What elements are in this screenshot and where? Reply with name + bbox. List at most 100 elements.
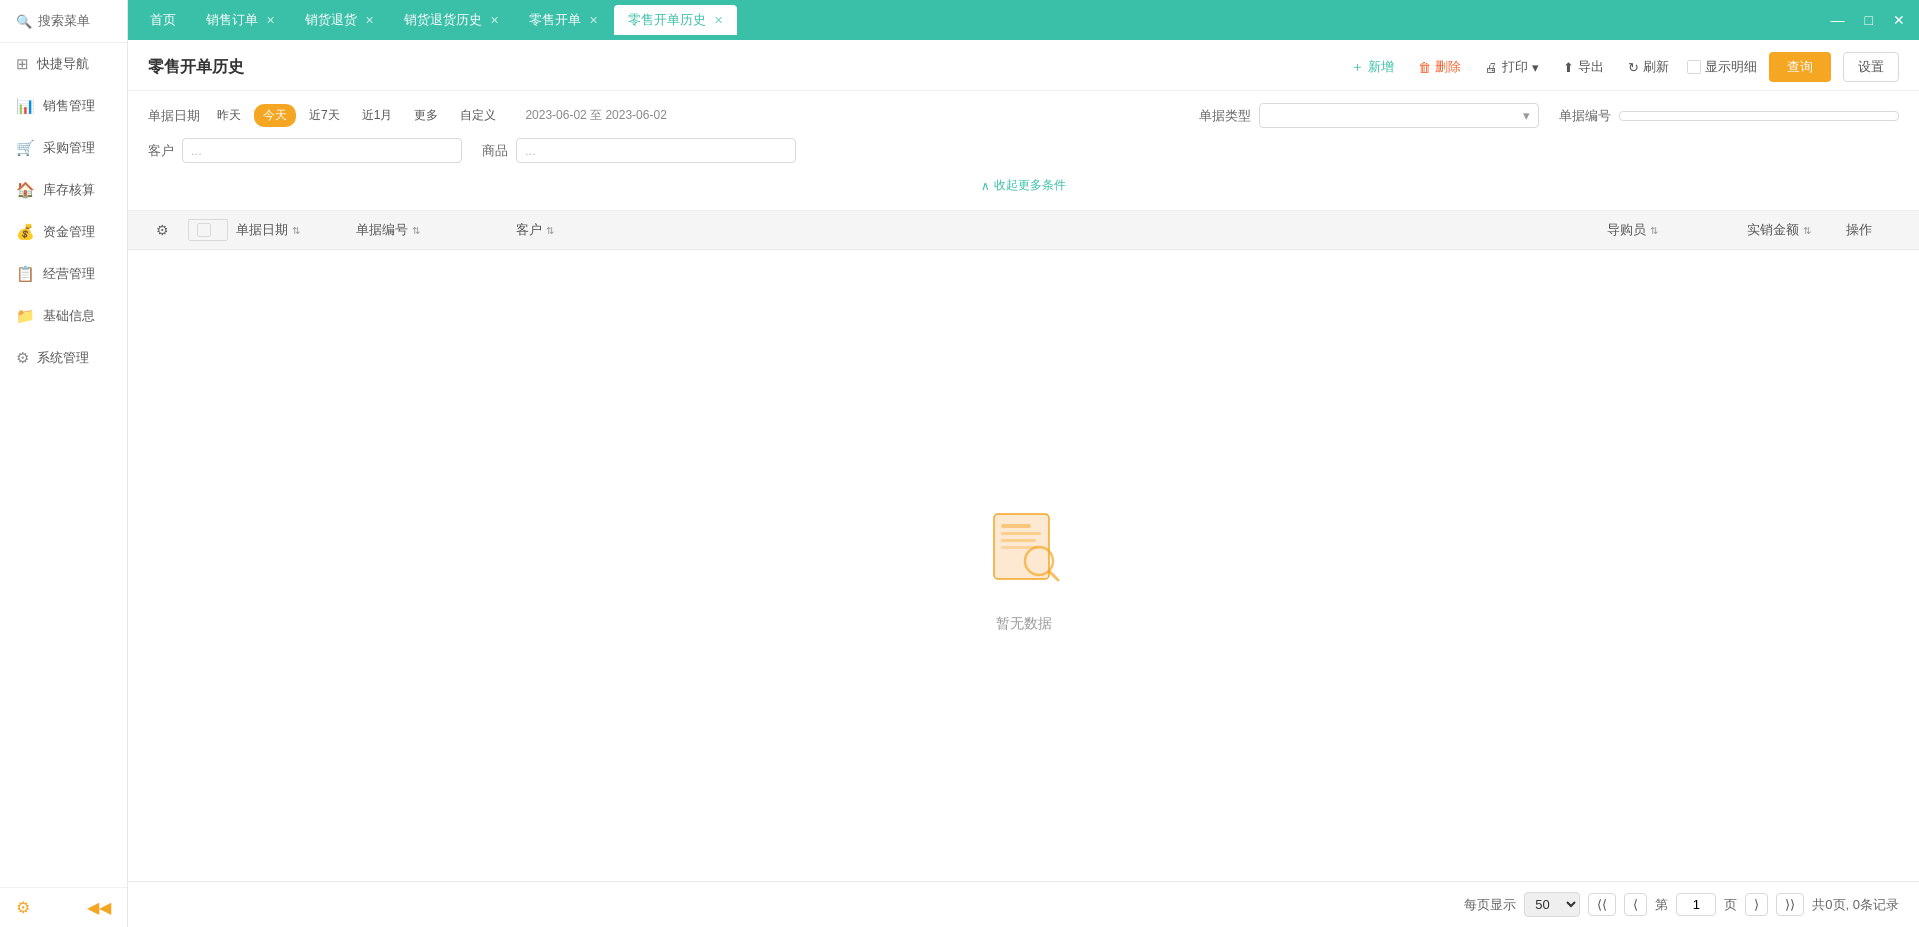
sidebar-item-label: 经营管理 xyxy=(43,265,95,283)
page-last-button[interactable]: ⟩⟩ xyxy=(1776,893,1804,916)
date-range-display: 2023-06-02 至 2023-06-02 xyxy=(525,107,666,124)
export-button[interactable]: ⬆ 导出 xyxy=(1557,54,1610,80)
sales-icon: 📊 xyxy=(16,97,35,115)
maximize-button[interactable]: □ xyxy=(1859,10,1879,30)
th-checkbox[interactable] xyxy=(188,219,228,241)
inventory-icon: 🏠 xyxy=(16,181,35,199)
tab-sales-return-close[interactable]: ✕ xyxy=(365,14,374,27)
type-filter-select[interactable]: ▾ xyxy=(1259,103,1539,128)
select-all-checkbox[interactable] xyxy=(197,223,211,237)
minimize-button[interactable]: — xyxy=(1825,10,1851,30)
date-1month[interactable]: 近1月 xyxy=(353,104,402,127)
main-area: 首页 销售订单 ✕ 销货退货 ✕ 销货退货历史 ✕ 零售开单 ✕ 零售开单历史 … xyxy=(128,0,1919,927)
collapse-filter-bar[interactable]: ∧ 收起更多条件 xyxy=(148,173,1899,198)
display-detail-label: 显示明细 xyxy=(1705,58,1757,76)
basic-info-icon: 📁 xyxy=(16,307,35,325)
purchase-icon: 🛒 xyxy=(16,139,35,157)
refresh-button[interactable]: ↻ 刷新 xyxy=(1622,54,1675,80)
date-custom[interactable]: 自定义 xyxy=(451,104,505,127)
th-date-label: 单据日期 xyxy=(236,221,288,239)
svg-rect-1 xyxy=(1001,524,1031,528)
customer-filter-dots: ... xyxy=(191,143,202,158)
product-filter-label: 商品 xyxy=(482,142,508,160)
sidebar-search[interactable]: 🔍 搜索菜单 xyxy=(0,0,127,43)
page-first-button[interactable]: ⟨⟨ xyxy=(1588,893,1616,916)
sidebar-item-label: 快捷导航 xyxy=(37,55,89,73)
sidebar-item-operation[interactable]: 📋 经营管理 xyxy=(0,253,127,295)
query-button[interactable]: 查询 xyxy=(1769,52,1831,82)
per-page-label: 每页显示 xyxy=(1464,896,1516,914)
date-more[interactable]: 更多 xyxy=(405,104,447,127)
checkbox-display-detail[interactable] xyxy=(1687,60,1701,74)
close-button[interactable]: ✕ xyxy=(1887,10,1911,30)
display-detail-toggle[interactable]: 显示明细 xyxy=(1687,58,1757,76)
tab-retail-open[interactable]: 零售开单 ✕ xyxy=(515,5,612,35)
th-customer-sort[interactable]: ⇅ xyxy=(546,225,554,236)
delete-icon: 🗑 xyxy=(1418,60,1431,75)
product-filter-input[interactable]: ... xyxy=(516,138,796,163)
settings-icon[interactable]: ⚙ xyxy=(16,898,30,917)
th-amount-sort[interactable]: ⇅ xyxy=(1803,225,1811,236)
th-no-sort[interactable]: ⇅ xyxy=(412,225,420,236)
tabs-bar: 首页 销售订单 ✕ 销货退货 ✕ 销货退货历史 ✕ 零售开单 ✕ 零售开单历史 … xyxy=(128,0,1919,40)
sidebar-item-label: 销售管理 xyxy=(43,97,95,115)
tab-sales-order-close[interactable]: ✕ xyxy=(266,14,275,27)
empty-state: 暂无数据 xyxy=(128,250,1919,881)
collapse-sidebar-icon[interactable]: ◀◀ xyxy=(87,898,111,917)
sidebar-item-sales-mgmt[interactable]: 📊 销售管理 xyxy=(0,85,127,127)
add-button[interactable]: ＋ 新增 xyxy=(1345,54,1400,80)
print-label: 打印 xyxy=(1502,58,1528,76)
th-guide-sort[interactable]: ⇅ xyxy=(1650,225,1658,236)
customer-filter-item: 客户 ... xyxy=(148,138,462,163)
type-filter-item: 单据类型 ▾ xyxy=(1199,103,1539,128)
tab-retail-open-history-close[interactable]: ✕ xyxy=(714,14,723,27)
sidebar-item-label: 库存核算 xyxy=(43,181,95,199)
sidebar-item-system[interactable]: ⚙ 系统管理 xyxy=(0,337,127,379)
tab-sales-return-history-close[interactable]: ✕ xyxy=(490,14,499,27)
date-range-item: 2023-06-02 至 2023-06-02 xyxy=(525,107,666,124)
th-settings[interactable]: ⚙ xyxy=(148,212,188,248)
sidebar-footer: ⚙ ◀◀ xyxy=(0,887,127,927)
tab-sales-order[interactable]: 销售订单 ✕ xyxy=(192,5,289,35)
tab-retail-open-history-label: 零售开单历史 xyxy=(628,11,706,29)
no-filter-input[interactable] xyxy=(1619,111,1899,121)
page-input[interactable] xyxy=(1676,893,1716,916)
tab-retail-open-close[interactable]: ✕ xyxy=(589,14,598,27)
sidebar-item-inventory[interactable]: 🏠 库存核算 xyxy=(0,169,127,211)
th-date-sort[interactable]: ⇅ xyxy=(292,225,300,236)
page-prev-button[interactable]: ⟨ xyxy=(1624,893,1647,916)
date-filter-label: 单据日期 xyxy=(148,107,200,125)
svg-point-6 xyxy=(1030,552,1048,570)
date-yesterday[interactable]: 昨天 xyxy=(208,104,250,127)
system-icon: ⚙ xyxy=(16,349,29,367)
delete-button[interactable]: 🗑 删除 xyxy=(1412,54,1467,80)
sidebar-item-quick-nav[interactable]: ⊞ 快捷导航 xyxy=(0,43,127,85)
type-filter-label: 单据类型 xyxy=(1199,107,1251,125)
page-header: 零售开单历史 ＋ 新增 🗑 删除 🖨 打印 ▾ ⬆ 导出 xyxy=(128,40,1919,91)
date-filter-item: 单据日期 昨天 今天 近7天 近1月 更多 自定义 xyxy=(148,104,505,127)
table-settings-icon[interactable]: ⚙ xyxy=(156,222,169,238)
filter-row-2: 客户 ... 商品 ... xyxy=(148,138,1899,163)
filter-area: 单据日期 昨天 今天 近7天 近1月 更多 自定义 2023-06-02 至 2… xyxy=(128,91,1919,211)
sidebar-item-finance[interactable]: 💰 资金管理 xyxy=(0,211,127,253)
sidebar-item-basic-info[interactable]: 📁 基础信息 xyxy=(0,295,127,337)
print-button[interactable]: 🖨 打印 ▾ xyxy=(1479,54,1545,80)
page-next-button[interactable]: ⟩ xyxy=(1745,893,1768,916)
tab-retail-open-history[interactable]: 零售开单历史 ✕ xyxy=(614,5,737,35)
page-title: 零售开单历史 xyxy=(148,57,244,78)
sidebar-item-purchase-mgmt[interactable]: 🛒 采购管理 xyxy=(0,127,127,169)
customer-filter-input[interactable]: ... xyxy=(182,138,462,163)
date-today[interactable]: 今天 xyxy=(254,104,296,127)
pagination: 每页显示 50 10 20 100 ⟨⟨ ⟨ 第 页 ⟩ ⟩⟩ 共0页, 0条记… xyxy=(128,881,1919,927)
date-7days[interactable]: 近7天 xyxy=(300,104,349,127)
tab-sales-return[interactable]: 销货退货 ✕ xyxy=(291,5,388,35)
refresh-icon: ↻ xyxy=(1628,60,1639,75)
print-icon: 🖨 xyxy=(1485,60,1498,75)
tab-home[interactable]: 首页 xyxy=(136,5,190,35)
setting-button[interactable]: 设置 xyxy=(1843,52,1899,82)
collapse-up-icon: ∧ xyxy=(981,179,990,193)
quick-nav-icon: ⊞ xyxy=(16,55,29,73)
tab-sales-return-history[interactable]: 销货退货历史 ✕ xyxy=(390,5,513,35)
sidebar-item-label: 基础信息 xyxy=(43,307,95,325)
page-size-select[interactable]: 50 10 20 100 xyxy=(1524,892,1580,917)
